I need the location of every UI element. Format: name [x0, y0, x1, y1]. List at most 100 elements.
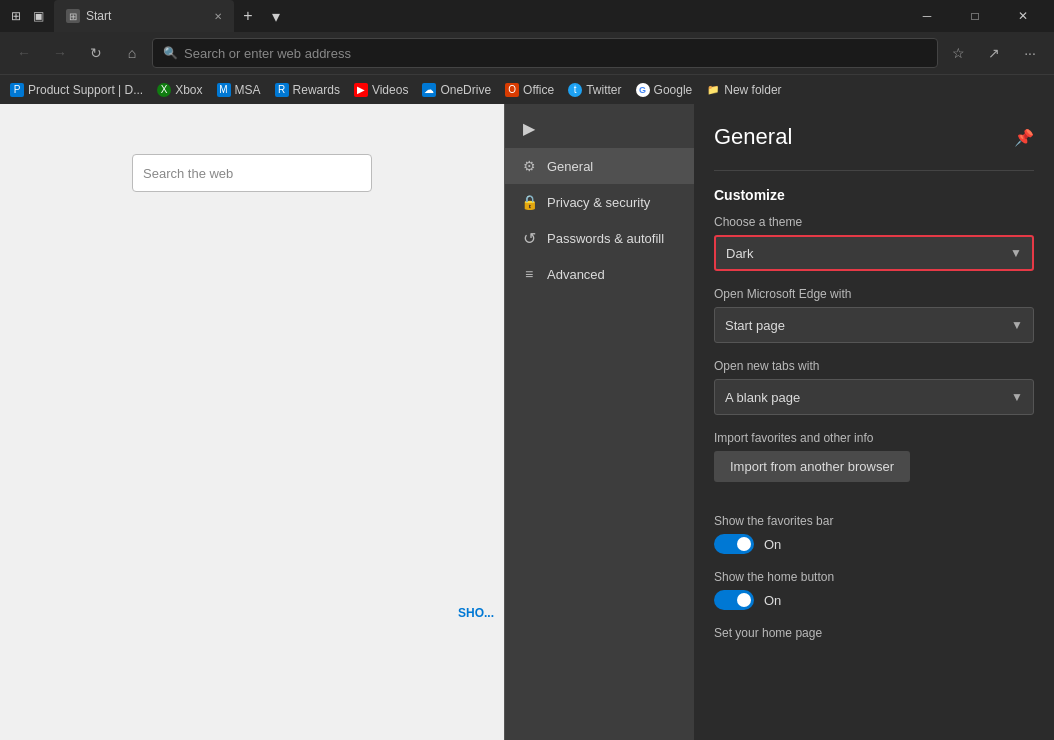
sidebar-item-privacy[interactable]: 🔒 Privacy & security [505, 184, 694, 220]
gear-icon: ⚙ [521, 158, 537, 174]
address-bar[interactable]: 🔍 Search or enter web address [152, 38, 938, 68]
title-bar-app-icons: ⊞ ▣ [8, 8, 46, 24]
fav-item-new-folder[interactable]: 📁 New folder [706, 83, 781, 97]
fav-label: Twitter [586, 83, 621, 97]
new-tab-label: Open new tabs with [714, 359, 1034, 373]
chevron-down-icon: ▼ [1011, 318, 1023, 332]
fav-item-msa[interactable]: M MSA [217, 83, 261, 97]
maximize-button[interactable]: □ [952, 0, 998, 32]
fav-label: Product Support | D... [28, 83, 143, 97]
sidebar-item-label: General [547, 159, 593, 174]
tab-favicon: ⊞ [66, 9, 80, 23]
browser-content: Search the web SHO... [0, 104, 504, 740]
new-tab-value: A blank page [725, 390, 800, 405]
fav-item-videos[interactable]: ▶ Videos [354, 83, 408, 97]
search-box[interactable]: Search the web [132, 154, 372, 192]
advanced-icon: ≡ [521, 266, 537, 282]
theme-value: Dark [726, 246, 753, 261]
fav-item-google[interactable]: G Google [636, 83, 693, 97]
autofill-icon: ↺ [521, 230, 537, 246]
home-btn-toggle-row: On [714, 590, 1034, 610]
home-btn-label: Show the home button [714, 570, 1034, 584]
fav-item-twitter[interactable]: t Twitter [568, 83, 621, 97]
fav-favicon: G [636, 83, 650, 97]
open-with-select[interactable]: Start page ▼ [714, 307, 1034, 343]
fav-favicon: P [10, 83, 24, 97]
address-text: Search or enter web address [184, 46, 351, 61]
import-browser-button[interactable]: Import from another browser [714, 451, 910, 482]
fav-label: OneDrive [440, 83, 491, 97]
fav-label: Videos [372, 83, 408, 97]
tab-label: Start [86, 9, 111, 23]
forward-button[interactable]: → [44, 37, 76, 69]
sidebar-item-passwords[interactable]: ↺ Passwords & autofill [505, 220, 694, 256]
customize-section-title: Customize [714, 187, 1034, 203]
fav-item-xbox[interactable]: X Xbox [157, 83, 202, 97]
fav-label: Xbox [175, 83, 202, 97]
home-page-label: Set your home page [714, 626, 1034, 640]
fav-item-rewards[interactable]: R Rewards [275, 83, 340, 97]
import-label: Import favorites and other info [714, 431, 1034, 445]
back-button[interactable]: ← [8, 37, 40, 69]
tab-bar: ⊞ Start ✕ + ▾ [54, 0, 900, 32]
fav-label: MSA [235, 83, 261, 97]
fav-favicon: X [157, 83, 171, 97]
browser-tab[interactable]: ⊞ Start ✕ [54, 0, 234, 32]
divider [714, 170, 1034, 171]
show-more-link[interactable]: SHO... [458, 606, 494, 620]
fav-favicon: O [505, 83, 519, 97]
title-bar: ⊞ ▣ ⊞ Start ✕ + ▾ ─ □ ✕ [0, 0, 1054, 32]
settings-sidebar: ▶ ⚙ General 🔒 Privacy & security ↺ Passw… [504, 104, 694, 740]
sidebar-item-label: Passwords & autofill [547, 231, 664, 246]
sidebar-collapse-arrow[interactable]: ▶ [513, 112, 545, 144]
fav-item-office[interactable]: O Office [505, 83, 554, 97]
open-with-value: Start page [725, 318, 785, 333]
fav-favicon: M [217, 83, 231, 97]
sidebar-item-label: Privacy & security [547, 195, 650, 210]
more-button[interactable]: ··· [1014, 37, 1046, 69]
more-tabs-button[interactable]: ▾ [262, 2, 290, 30]
fav-bar-toggle-row: On [714, 534, 1034, 554]
fav-favicon: ▶ [354, 83, 368, 97]
fav-favicon: 📁 [706, 83, 720, 97]
settings-title-row: General 📌 [714, 124, 1034, 150]
nav-actions: ☆ ↗ ··· [942, 37, 1046, 69]
theme-label: Choose a theme [714, 215, 1034, 229]
fav-bar-toggle[interactable] [714, 534, 754, 554]
fav-favicon: t [568, 83, 582, 97]
open-with-label: Open Microsoft Edge with [714, 287, 1034, 301]
home-btn-toggle[interactable] [714, 590, 754, 610]
sidebar-item-label: Advanced [547, 267, 605, 282]
fav-favicon: R [275, 83, 289, 97]
minimize-button[interactable]: ─ [904, 0, 950, 32]
sidebar-item-general[interactable]: ⚙ General [505, 148, 694, 184]
refresh-button[interactable]: ↻ [80, 37, 112, 69]
fav-bar-label: Show the favorites bar [714, 514, 1034, 528]
window-controls: ─ □ ✕ [904, 0, 1046, 32]
favorites-bar: P Product Support | D... X Xbox M MSA R … [0, 74, 1054, 104]
new-tab-button[interactable]: + [234, 2, 262, 30]
new-tab-select[interactable]: A blank page ▼ [714, 379, 1034, 415]
search-placeholder: Search the web [143, 166, 233, 181]
theme-select[interactable]: Dark ▼ [714, 235, 1034, 271]
main-area: Search the web SHO... ▶ ⚙ General 🔒 Priv… [0, 104, 1054, 740]
home-btn-toggle-label: On [764, 593, 781, 608]
fav-label: Rewards [293, 83, 340, 97]
tab-manager-icon[interactable]: ▣ [30, 8, 46, 24]
fav-item-onedrive[interactable]: ☁ OneDrive [422, 83, 491, 97]
settings-title-text: General [714, 124, 792, 150]
close-button[interactable]: ✕ [1000, 0, 1046, 32]
search-icon: 🔍 [163, 46, 178, 60]
nav-bar: ← → ↻ ⌂ 🔍 Search or enter web address ☆ … [0, 32, 1054, 74]
tab-close-button[interactable]: ✕ [214, 11, 222, 22]
fav-item-product-support[interactable]: P Product Support | D... [10, 83, 143, 97]
favorites-button[interactable]: ☆ [942, 37, 974, 69]
lock-icon: 🔒 [521, 194, 537, 210]
sidebar-item-advanced[interactable]: ≡ Advanced [505, 256, 694, 292]
share-button[interactable]: ↗ [978, 37, 1010, 69]
settings-panel: General 📌 Customize Choose a theme Dark … [694, 104, 1054, 740]
home-button[interactable]: ⌂ [116, 37, 148, 69]
pin-button[interactable]: 📌 [1014, 128, 1034, 147]
chevron-down-icon: ▼ [1011, 390, 1023, 404]
fav-favicon: ☁ [422, 83, 436, 97]
